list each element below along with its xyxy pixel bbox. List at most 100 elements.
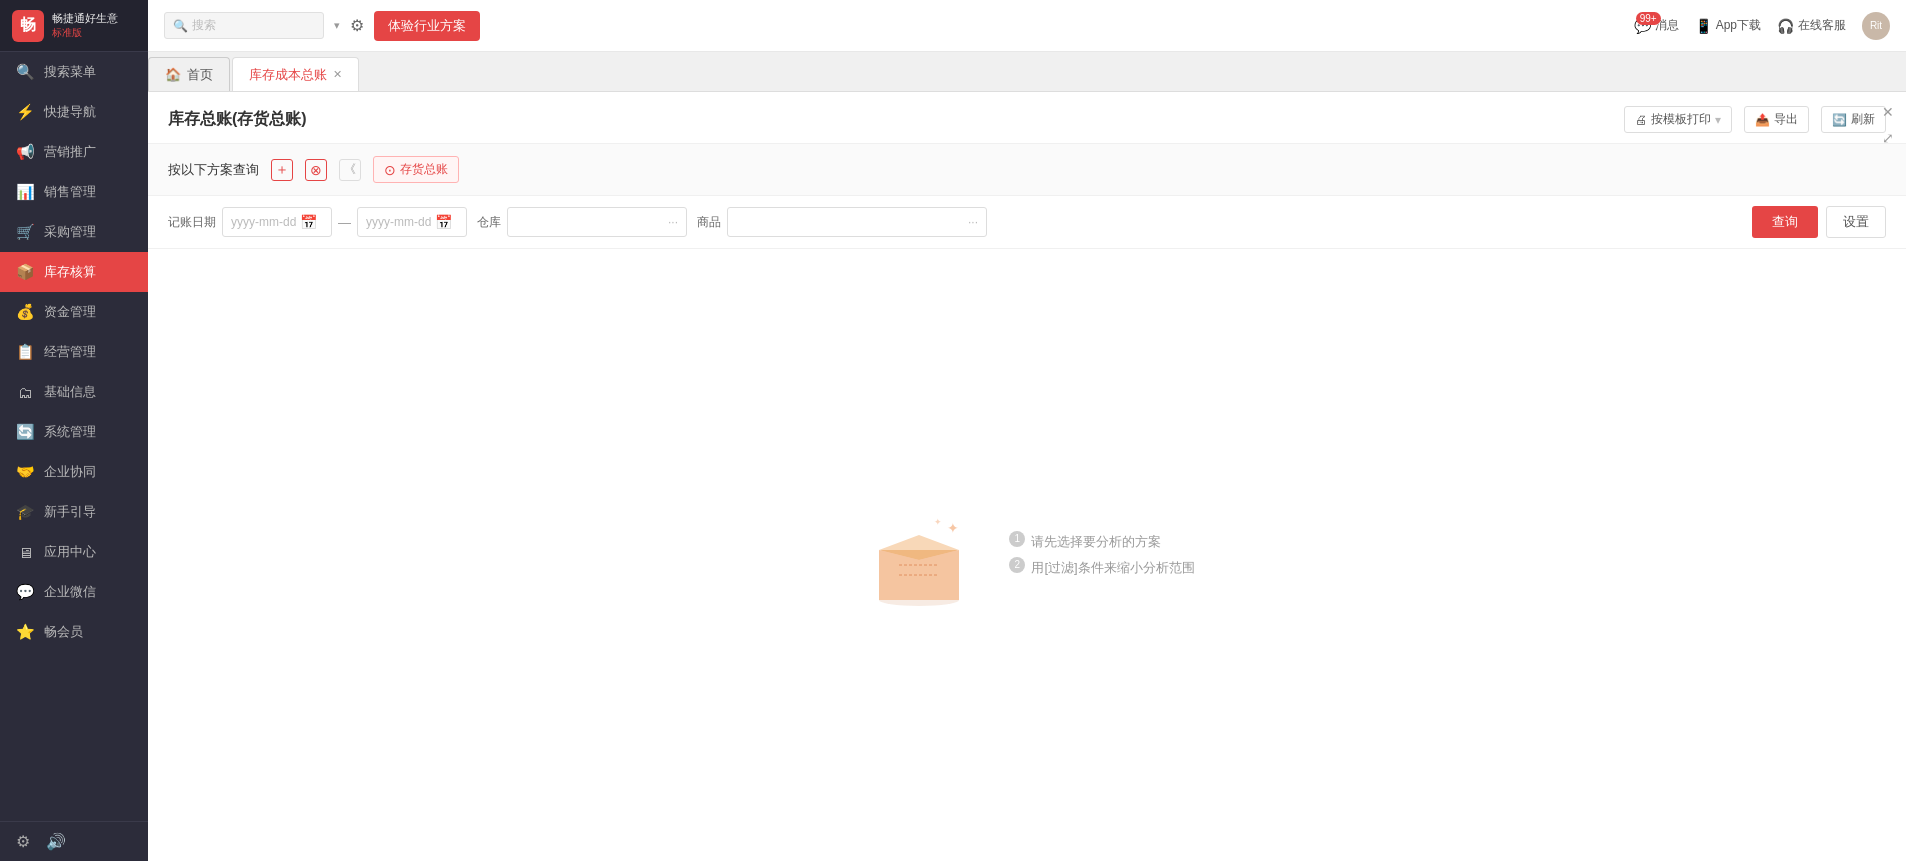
scheme-icon: ⊙: [384, 162, 396, 178]
hint-step-2: 2 用[过滤]条件来缩小分析范围: [1009, 555, 1194, 581]
chevron-down-icon[interactable]: ▾: [334, 19, 340, 32]
panel-right-controls: ✕ ⤢: [1870, 92, 1906, 158]
sidebar-bottom: ⚙ 🔊: [0, 821, 148, 861]
sidebar-item-search[interactable]: 🔍 搜索菜单: [0, 52, 148, 92]
sidebar-item-wechat[interactable]: 💬 企业微信: [0, 572, 148, 612]
warehouse-field-group: 仓库 ···: [477, 207, 687, 237]
guide-icon: 🎓: [16, 503, 34, 521]
settings-button[interactable]: 设置: [1826, 206, 1886, 238]
calendar-icon-2: 📅: [435, 214, 452, 230]
panel-resize-button[interactable]: ⤢: [1876, 126, 1900, 150]
sidebar-item-sales[interactable]: 📊 销售管理: [0, 172, 148, 212]
product-select[interactable]: ···: [727, 207, 987, 237]
warehouse-select[interactable]: ···: [507, 207, 687, 237]
warehouse-label: 仓库: [477, 214, 501, 231]
collab-icon: 🤝: [16, 463, 34, 481]
sidebar: 畅 畅捷通好生意 标准版 🔍 搜索菜单 ⚡ 快捷导航 📢 营销推广 📊 销售管理…: [0, 0, 148, 861]
tabbar: 🏠 首页 库存成本总账 ✕: [148, 52, 1906, 92]
product-field-group: 商品 ···: [697, 207, 987, 237]
more-icon-2: ···: [968, 215, 978, 229]
topbar-actions: 💬 99+ 消息 📱 App下载 🎧 在线客服 Rit: [1634, 12, 1890, 40]
tab-home[interactable]: 🏠 首页: [148, 57, 230, 91]
page-title: 库存总账(存货总账): [168, 109, 307, 130]
mobile-icon: 📱: [1695, 18, 1712, 34]
search-icon: 🔍: [173, 19, 188, 33]
empty-svg: ✦ ✦: [859, 495, 979, 615]
empty-hint: 1 请先选择要分析的方案 2 用[过滤]条件来缩小分析范围: [1009, 529, 1194, 581]
lightning-icon: ⚡: [16, 103, 34, 121]
export-btn[interactable]: 📤 导出: [1744, 106, 1809, 133]
wechat-icon: 💬: [16, 583, 34, 601]
sidebar-item-marketing[interactable]: 📢 营销推广: [0, 132, 148, 172]
sales-icon: 📊: [16, 183, 34, 201]
marketing-icon: 📢: [16, 143, 34, 161]
page-header-actions: 🖨 按模板打印 ▾ 📤 导出 🔄 刷新: [1624, 106, 1886, 133]
main-area: 🔍 搜索 ▾ ⚙ 体验行业方案 💬 99+ 消息 📱 App下载 🎧 在线客服: [148, 0, 1906, 861]
date-to-input[interactable]: yyyy-mm-dd 📅: [357, 207, 467, 237]
sidebar-logo: 畅 畅捷通好生意 标准版: [0, 0, 148, 52]
empty-illustration: ✦ ✦: [859, 495, 979, 615]
filter-buttons: 查询 设置: [1752, 206, 1886, 238]
operation-icon: 📋: [16, 343, 34, 361]
search-bar[interactable]: 🔍 搜索: [164, 12, 324, 39]
audio-icon[interactable]: 🔊: [46, 832, 66, 851]
sidebar-item-member[interactable]: ⭐ 畅会员: [0, 612, 148, 652]
basic-icon: 🗂: [16, 384, 34, 401]
online-service-action[interactable]: 🎧 在线客服: [1777, 17, 1846, 34]
date-field-group: 记账日期 yyyy-mm-dd 📅 — yyyy-mm-dd 📅: [168, 207, 467, 237]
gear-icon[interactable]: ⚙: [350, 16, 364, 35]
panel-close-button[interactable]: ✕: [1876, 100, 1900, 124]
industry-btn[interactable]: 体验行业方案: [374, 11, 480, 41]
member-icon: ⭐: [16, 623, 34, 641]
sidebar-item-guide[interactable]: 🎓 新手引导: [0, 492, 148, 532]
hint-step-1: 1 请先选择要分析的方案: [1009, 529, 1194, 555]
finance-icon: 💰: [16, 303, 34, 321]
filter-collapse-button[interactable]: 《: [339, 159, 361, 181]
sidebar-item-appstore[interactable]: 🖥 应用中心: [0, 532, 148, 572]
svg-text:✦: ✦: [934, 517, 942, 527]
export-icon: 📤: [1755, 113, 1770, 127]
search-icon: 🔍: [16, 63, 34, 81]
sidebar-item-shortcut[interactable]: ⚡ 快捷导航: [0, 92, 148, 132]
settings-icon[interactable]: ⚙: [16, 832, 30, 851]
tab-inventory-ledger[interactable]: 库存成本总账 ✕: [232, 57, 359, 91]
sidebar-item-system[interactable]: 🔄 系统管理: [0, 412, 148, 452]
sidebar-item-inventory[interactable]: 📦 库存核算: [0, 252, 148, 292]
tab-close-icon[interactable]: ✕: [333, 68, 342, 81]
sidebar-item-purchase[interactable]: 🛒 采购管理: [0, 212, 148, 252]
sidebar-nav: 🔍 搜索菜单 ⚡ 快捷导航 📢 营销推广 📊 销售管理 🛒 采购管理 📦 库存核…: [0, 52, 148, 821]
filter-scheme-tag[interactable]: ⊙ 存货总账: [373, 156, 459, 183]
topbar: 🔍 搜索 ▾ ⚙ 体验行业方案 💬 99+ 消息 📱 App下载 🎧 在线客服: [148, 0, 1906, 52]
svg-text:✦: ✦: [947, 520, 959, 536]
app-download-action[interactable]: 📱 App下载: [1695, 17, 1761, 34]
date-label: 记账日期: [168, 214, 216, 231]
headset-icon: 🎧: [1777, 18, 1794, 34]
date-separator: —: [338, 215, 351, 230]
refresh-icon: 🔄: [1832, 113, 1847, 127]
calendar-icon: 📅: [300, 214, 317, 230]
logo-icon: 畅: [12, 10, 44, 42]
filter-fields: 记账日期 yyyy-mm-dd 📅 — yyyy-mm-dd 📅 仓库 ···: [148, 196, 1906, 249]
sidebar-item-basic[interactable]: 🗂 基础信息: [0, 372, 148, 412]
message-action[interactable]: 💬 99+ 消息: [1634, 17, 1679, 34]
content-area: 库存总账(存货总账) 🖨 按模板打印 ▾ 📤 导出 🔄 刷新 按以下方案查: [148, 92, 1906, 861]
date-from-input[interactable]: yyyy-mm-dd 📅: [222, 207, 332, 237]
filter-remove-button[interactable]: ⊗: [305, 159, 327, 181]
sidebar-item-finance[interactable]: 💰 资金管理: [0, 292, 148, 332]
print-btn[interactable]: 🖨 按模板打印 ▾: [1624, 106, 1732, 133]
system-icon: 🔄: [16, 423, 34, 441]
date-from-placeholder: yyyy-mm-dd: [231, 215, 296, 229]
avatar[interactable]: Rit: [1862, 12, 1890, 40]
sidebar-item-operation[interactable]: 📋 经营管理: [0, 332, 148, 372]
filter-add-button[interactable]: ＋: [271, 159, 293, 181]
filter-bar: 按以下方案查询 ＋ ⊗ 《 ⊙ 存货总账: [148, 144, 1906, 196]
sidebar-item-collab[interactable]: 🤝 企业协同: [0, 452, 148, 492]
date-to-placeholder: yyyy-mm-dd: [366, 215, 431, 229]
filter-label: 按以下方案查询: [168, 161, 259, 179]
query-button[interactable]: 查询: [1752, 206, 1818, 238]
product-label: 商品: [697, 214, 721, 231]
chevron-down-icon: ▾: [1715, 113, 1721, 127]
home-icon: 🏠: [165, 67, 181, 82]
empty-state: ✦ ✦ 1 请先选择要分析的方案 2 用[过滤]条件来缩小分析范围: [148, 249, 1906, 861]
logo-text: 畅捷通好生意 标准版: [52, 11, 118, 40]
